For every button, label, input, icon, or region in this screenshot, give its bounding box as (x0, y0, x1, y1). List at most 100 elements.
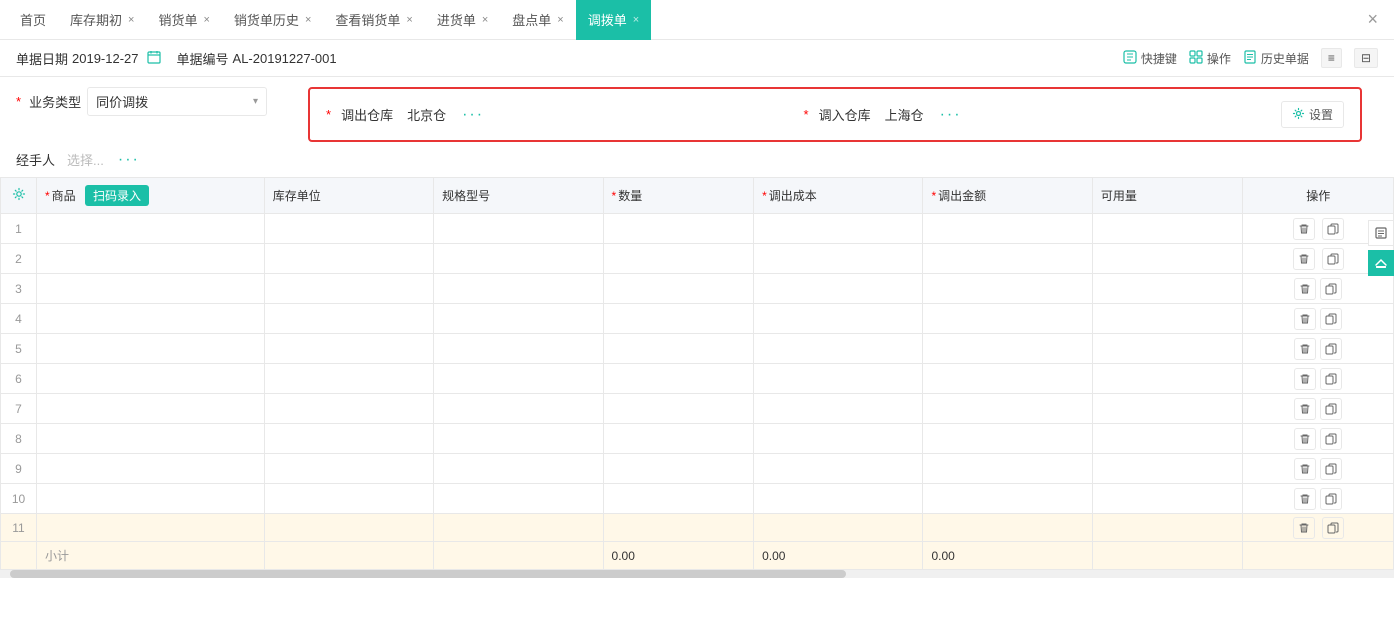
row-unit-1[interactable] (264, 214, 433, 244)
settings-label: 设置 (1309, 106, 1333, 123)
copy-icon-1[interactable] (1322, 218, 1344, 240)
calendar-icon[interactable] (147, 50, 161, 67)
row-cost-1[interactable] (754, 214, 923, 244)
scan-button[interactable]: 扫码录入 (85, 185, 149, 206)
delete-icon-9[interactable] (1294, 458, 1316, 480)
tab-inventory-init[interactable]: 库存期初 × (58, 0, 146, 40)
tab-close-stocktake[interactable]: × (557, 14, 563, 26)
table-row: 9 (1, 454, 1394, 484)
target-warehouse-dots[interactable]: ··· (940, 106, 962, 124)
copy-icon-2[interactable] (1322, 248, 1344, 270)
layout-toggle-2[interactable]: ⊟ (1354, 48, 1378, 68)
row-qty-1[interactable] (603, 214, 754, 244)
row-amount-1[interactable] (923, 214, 1092, 244)
tab-close-purchase[interactable]: × (482, 14, 488, 26)
subtotal-qty: 0.00 (603, 542, 754, 570)
delete-icon-10[interactable] (1294, 488, 1316, 510)
actions-button[interactable]: 操作 (1189, 50, 1231, 67)
layout-toggle-1[interactable]: ≡ (1321, 48, 1342, 68)
tab-close-sales-order[interactable]: × (203, 14, 209, 26)
row-spec-1[interactable] (434, 214, 603, 244)
tab-home[interactable]: 首页 (8, 0, 58, 40)
tab-close-inventory-init[interactable]: × (128, 14, 134, 26)
tab-close-sales-history[interactable]: × (305, 14, 311, 26)
order-label: 单据编号 (177, 49, 229, 68)
tab-sales-order[interactable]: 销货单 × (146, 0, 221, 40)
business-type-value: 同价调拨 (96, 92, 253, 111)
business-type-select[interactable]: 同价调拨 ▾ (87, 87, 267, 116)
source-warehouse-dots[interactable]: ··· (462, 106, 484, 124)
order-value: AL-20191227-001 (233, 51, 337, 66)
table-row: 6 (1, 364, 1394, 394)
copy-icon-3[interactable] (1320, 278, 1342, 300)
horizontal-scrollbar[interactable] (0, 570, 1394, 578)
row-product-2[interactable] (37, 244, 265, 274)
col-unit: 库存单位 (264, 178, 433, 214)
date-value[interactable]: 2019-12-27 (72, 51, 139, 66)
target-warehouse-field: * 调入仓库 上海仓 ··· (804, 105, 1262, 124)
tab-purchase[interactable]: 进货单 × (425, 0, 500, 40)
table-row-subtotal: 11 (1, 514, 1394, 542)
col-spec: 规格型号 (434, 178, 603, 214)
date-label: 单据日期 (16, 49, 68, 68)
copy-icon-9[interactable] (1320, 458, 1342, 480)
copy-icon-7[interactable] (1320, 398, 1342, 420)
business-type-required: * (16, 94, 21, 109)
right-panel (1368, 220, 1394, 276)
tab-stocktake[interactable]: 盘点单 × (500, 0, 575, 40)
delete-icon-6[interactable] (1294, 368, 1316, 390)
history-button[interactable]: 历史单据 (1243, 50, 1309, 67)
table-row: 7 (1, 394, 1394, 424)
tab-sales-history[interactable]: 销货单历史 × (222, 0, 323, 40)
toolbar-right: 快捷键 操作 历史单据 (1123, 48, 1378, 68)
business-type-label: 业务类型 (29, 92, 81, 111)
tab-transfer[interactable]: 调拨单 × (576, 0, 651, 40)
row-num-2: 2 (1, 244, 37, 274)
source-warehouse-field: * 调出仓库 北京仓 ··· (326, 105, 784, 124)
settings-button[interactable]: 设置 (1281, 101, 1344, 128)
col-gear[interactable] (1, 178, 37, 214)
copy-icon-5[interactable] (1320, 338, 1342, 360)
copy-icon-11[interactable] (1322, 517, 1344, 539)
actions-label: 操作 (1207, 50, 1231, 67)
delete-icon-8[interactable] (1294, 428, 1316, 450)
table-row: 4 (1, 304, 1394, 334)
table-row: 8 (1, 424, 1394, 454)
operator-dots[interactable]: ··· (118, 151, 140, 169)
delete-icon-11[interactable] (1293, 517, 1315, 539)
tab-close-transfer[interactable]: × (633, 14, 639, 26)
delete-icon-1[interactable] (1293, 218, 1315, 240)
row-num-1: 1 (1, 214, 37, 244)
actions-icon (1189, 50, 1203, 67)
right-panel-list-btn[interactable] (1368, 220, 1394, 246)
settings-gear-icon (1292, 107, 1305, 123)
history-icon (1243, 50, 1257, 67)
copy-icon-8[interactable] (1320, 428, 1342, 450)
delete-icon-4[interactable] (1294, 308, 1316, 330)
right-panel-expand-btn[interactable] (1368, 250, 1394, 276)
source-warehouse-label: 调出仓库 (341, 105, 393, 124)
shortcuts-button[interactable]: 快捷键 (1123, 50, 1177, 67)
tab-close-view-sales[interactable]: × (406, 14, 412, 26)
business-type-field: * 业务类型 同价调拨 ▾ (16, 87, 276, 116)
target-warehouse-value: 上海仓 (885, 105, 924, 124)
copy-icon-6[interactable] (1320, 368, 1342, 390)
delete-icon-2[interactable] (1293, 248, 1315, 270)
subtotal-amount: 0.00 (923, 542, 1092, 570)
copy-icon-4[interactable] (1320, 308, 1342, 330)
table-row: 1 (1, 214, 1394, 244)
product-table-container: *商品 扫码录入 库存单位 规格型号 *数量 *调出成本 *调出金额 (0, 177, 1394, 570)
delete-icon-3[interactable] (1294, 278, 1316, 300)
layout2-icon: ⊟ (1361, 51, 1371, 65)
delete-icon-5[interactable] (1294, 338, 1316, 360)
warehouse-section: * 调出仓库 北京仓 ··· * 调入仓库 上海仓 ··· 设置 (308, 87, 1362, 142)
delete-icon-7[interactable] (1294, 398, 1316, 420)
shortcuts-label: 快捷键 (1141, 50, 1177, 67)
tab-view-sales[interactable]: 查看销货单 × (323, 0, 424, 40)
copy-icon-10[interactable] (1320, 488, 1342, 510)
tab-bar-close-button[interactable]: × (1359, 9, 1386, 30)
operator-placeholder[interactable]: 选择... (67, 150, 104, 169)
row-product-1[interactable] (37, 214, 265, 244)
col-available: 可用量 (1092, 178, 1243, 214)
scrollbar-thumb[interactable] (10, 570, 846, 578)
